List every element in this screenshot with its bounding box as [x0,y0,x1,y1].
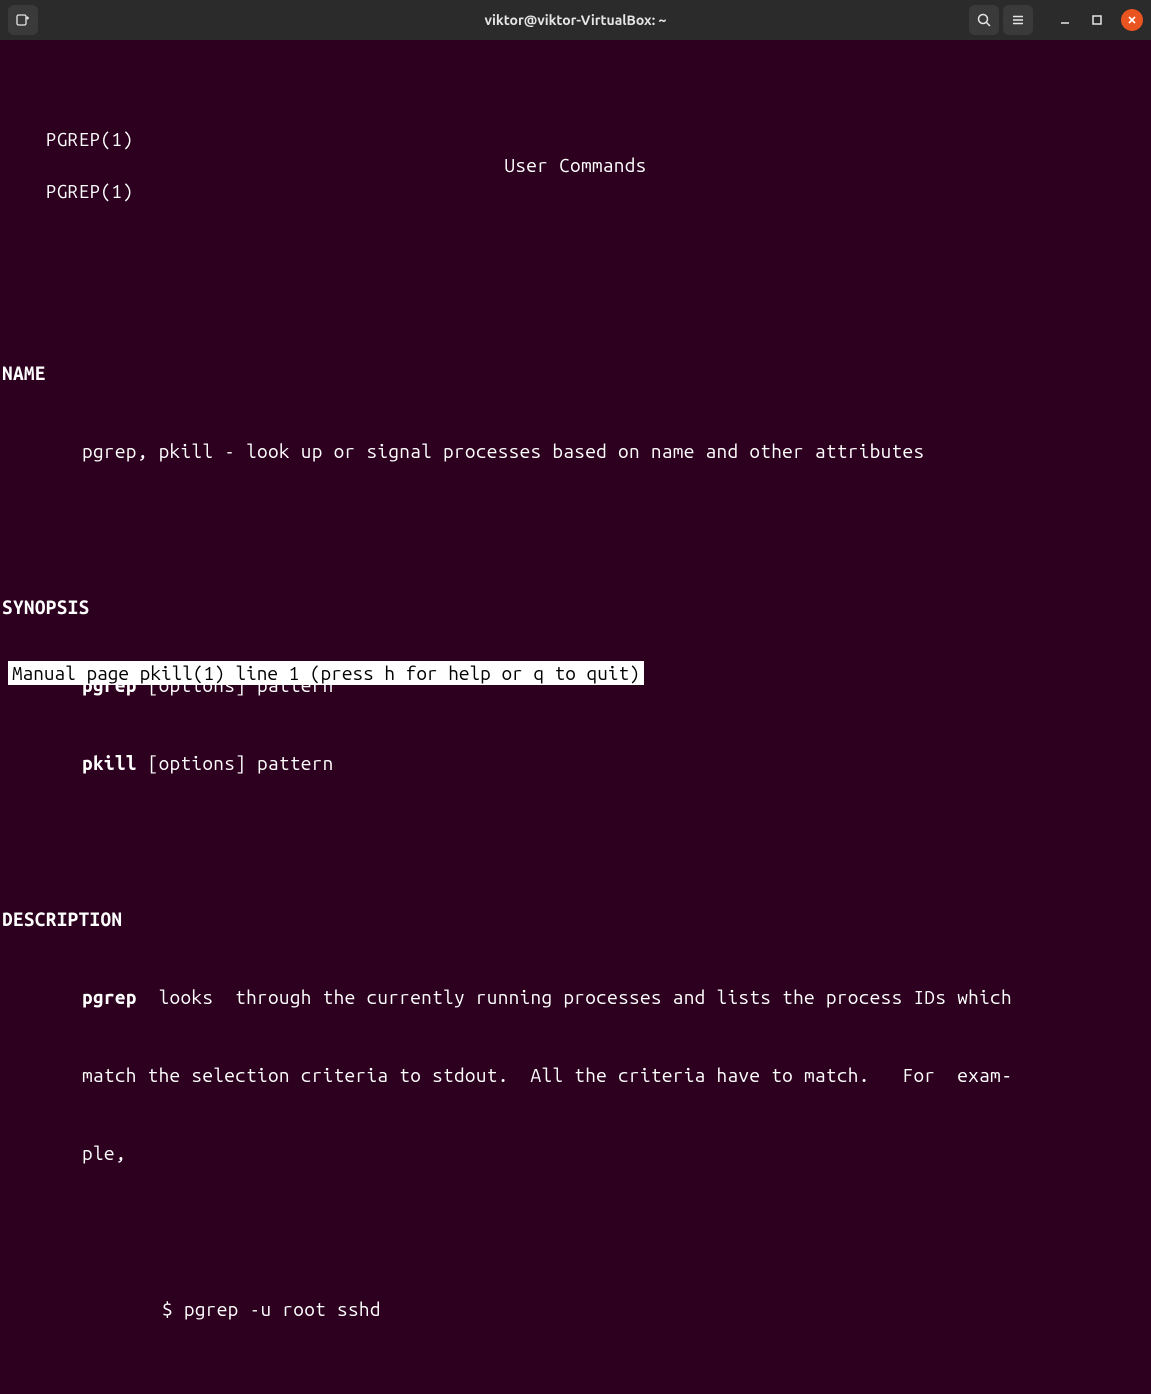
section-description: DESCRIPTION [2,906,1149,932]
desc-line-1: pgrep looks through the currently runnin… [2,984,1149,1010]
man-header: PGREP(1) User Commands PGREP(1) [2,100,1149,230]
desc-line-2: match the selection criteria to stdout. … [2,1062,1149,1088]
example-1: $ pgrep -u root sshd [2,1296,1149,1322]
man-status-line: Manual page pkill(1) line 1 (press h for… [8,661,644,685]
desc-line-3: ple, [2,1140,1149,1166]
search-button[interactable] [969,5,999,35]
window-titlebar: viktor@viktor-VirtualBox: ~ [0,0,1151,40]
name-line: pgrep, pkill - look up or signal process… [2,438,1149,464]
man-header-center: User Commands [504,152,646,178]
section-name: NAME [2,360,1149,386]
man-header-right: PGREP(1) [46,180,134,202]
synopsis-pkill: pkill [options] pattern [2,750,1149,776]
close-button[interactable] [1121,9,1143,31]
cmd-pkill: pkill [82,752,137,774]
new-tab-button[interactable] [8,5,38,35]
maximize-button[interactable] [1083,6,1111,34]
minimize-button[interactable] [1051,6,1079,34]
hamburger-menu-button[interactable] [1003,5,1033,35]
window-title: viktor@viktor-VirtualBox: ~ [485,12,667,28]
cmd-pgrep: pgrep [82,986,137,1008]
man-header-left: PGREP(1) [46,128,134,150]
section-synopsis: SYNOPSIS [2,594,1149,620]
terminal-content[interactable]: PGREP(1) User Commands PGREP(1) NAME pgr… [0,40,1151,1394]
